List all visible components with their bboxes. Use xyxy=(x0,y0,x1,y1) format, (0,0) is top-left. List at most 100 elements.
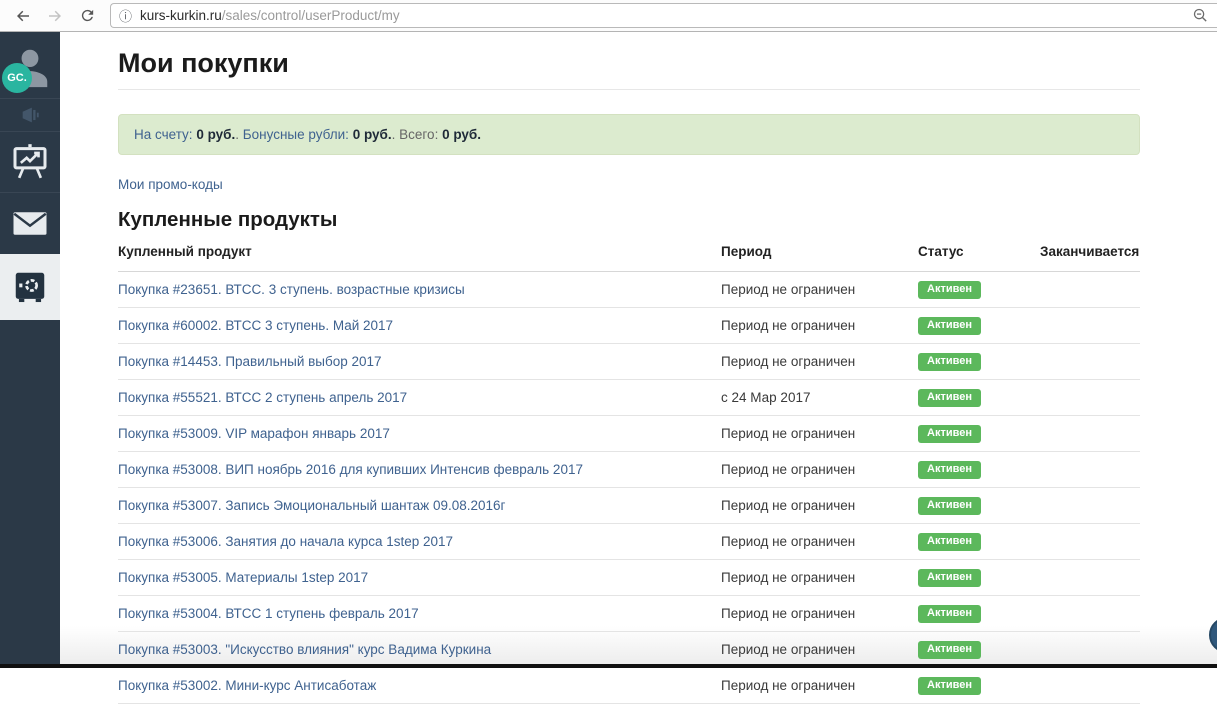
status-badge: Активен xyxy=(918,497,981,515)
table-row: Покупка #14453. Правильный выбор 2017 Пе… xyxy=(118,344,1140,380)
ends-cell xyxy=(1040,596,1140,632)
ends-cell xyxy=(1040,416,1140,452)
url-path: /sales/control/userProduct/my xyxy=(222,8,400,23)
bottom-edge-strip xyxy=(0,664,1217,668)
bonus-rubles-link[interactable]: Бонусные рубли: xyxy=(243,127,349,142)
address-bar[interactable]: ⓘ kurs-kurkin.ru/sales/control/userProdu… xyxy=(110,3,1217,28)
presentation-chart-icon xyxy=(10,142,50,182)
status-badge: Активен xyxy=(918,533,981,551)
product-link[interactable]: Покупка #53009. VIP марафон январь 2017 xyxy=(118,426,390,441)
reload-icon[interactable] xyxy=(74,3,100,29)
header-product: Купленный продукт xyxy=(118,236,721,272)
total-value: 0 руб. xyxy=(442,127,481,142)
product-link[interactable]: Покупка #53004. ВТСС 1 ступень февраль 2… xyxy=(118,606,419,621)
back-icon[interactable] xyxy=(10,3,36,29)
table-row: Покупка #53005. Материалы 1step 2017 Пер… xyxy=(118,560,1140,596)
header-status: Статус xyxy=(918,236,1040,272)
sidebar-item-profile[interactable]: GC. xyxy=(0,33,60,98)
status-badge: Активен xyxy=(918,353,981,371)
ends-cell xyxy=(1040,560,1140,596)
url-text: kurs-kurkin.ru/sales/control/userProduct… xyxy=(140,8,400,23)
table-row: Покупка #55521. ВТСС 2 ступень апрель 20… xyxy=(118,380,1140,416)
bonus-rubles-value: 0 руб. xyxy=(353,127,392,142)
product-link[interactable]: Покупка #55521. ВТСС 2 ступень апрель 20… xyxy=(118,390,407,405)
period-cell: Период не ограничен xyxy=(721,488,918,524)
page-info-icon[interactable]: ⓘ xyxy=(119,6,132,25)
table-row: Покупка #53007. Запись Эмоциональный шан… xyxy=(118,488,1140,524)
mail-icon xyxy=(12,210,48,237)
avatar-initials-badge: GC. xyxy=(2,63,32,93)
status-badge: Активен xyxy=(918,641,981,659)
status-badge: Активен xyxy=(918,569,981,587)
table-header-row: Купленный продукт Период Статус Заканчив… xyxy=(118,236,1140,272)
banner-separator: . xyxy=(392,127,396,142)
status-badge: Активен xyxy=(918,677,981,695)
ends-cell xyxy=(1040,308,1140,344)
banner-separator: . xyxy=(235,127,239,142)
ends-cell xyxy=(1040,488,1140,524)
ends-cell xyxy=(1040,380,1140,416)
table-row: Покупка #53002. Мини-курс Антисаботаж Пе… xyxy=(118,668,1140,704)
purchases-table: Купленный продукт Период Статус Заканчив… xyxy=(118,236,1140,704)
period-cell: с 24 Мар 2017 xyxy=(721,380,918,416)
section-title: Купленные продукты xyxy=(118,208,1140,232)
period-cell: Период не ограничен xyxy=(721,344,918,380)
period-cell: Период не ограничен xyxy=(721,596,918,632)
table-row: Покупка #53004. ВТСС 1 ступень февраль 2… xyxy=(118,596,1140,632)
ends-cell xyxy=(1040,452,1140,488)
account-balance-value: 0 руб. xyxy=(196,127,235,142)
product-link[interactable]: Покупка #14453. Правильный выбор 2017 xyxy=(118,354,382,369)
forward-icon[interactable] xyxy=(42,3,68,29)
period-cell: Период не ограничен xyxy=(721,524,918,560)
sidebar-item-mail[interactable] xyxy=(0,192,60,254)
ends-cell xyxy=(1040,344,1140,380)
header-period: Период xyxy=(721,236,918,272)
app-window: GC. xyxy=(0,32,1217,664)
period-cell: Период не ограничен xyxy=(721,272,918,308)
main-content: Мои покупки На счету: 0 руб.. Бонусные р… xyxy=(60,32,1217,664)
period-cell: Период не ограничен xyxy=(721,452,918,488)
table-row: Покупка #23651. ВТСС. 3 ступень. возраст… xyxy=(118,272,1140,308)
sidebar: GC. xyxy=(0,32,60,664)
status-badge: Активен xyxy=(918,317,981,335)
table-body: Покупка #23651. ВТСС. 3 ступень. возраст… xyxy=(118,272,1140,704)
promo-codes-link[interactable]: Мои промо-коды xyxy=(118,177,223,192)
product-link[interactable]: Покупка #53005. Материалы 1step 2017 xyxy=(118,570,368,585)
period-cell: Период не ограничен xyxy=(721,632,918,668)
title-divider xyxy=(118,89,1140,90)
product-link[interactable]: Покупка #53008. ВИП ноябрь 2016 для купи… xyxy=(118,462,583,477)
table-row: Покупка #60002. ВТСС 3 ступень. Май 2017… xyxy=(118,308,1140,344)
megaphone-icon xyxy=(18,104,42,126)
product-link[interactable]: Покупка #53007. Запись Эмоциональный шан… xyxy=(118,498,505,513)
product-link[interactable]: Покупка #53002. Мини-курс Антисаботаж xyxy=(118,678,376,693)
product-link[interactable]: Покупка #23651. ВТСС. 3 ступень. возраст… xyxy=(118,282,465,297)
balance-banner: На счету: 0 руб.. Бонусные рубли: 0 руб.… xyxy=(118,114,1140,155)
total-label: Всего: xyxy=(399,127,438,142)
period-cell: Период не ограничен xyxy=(721,308,918,344)
header-ends: Заканчивается xyxy=(1040,236,1140,272)
sidebar-item-purchases[interactable] xyxy=(0,254,60,320)
status-badge: Активен xyxy=(918,425,981,443)
ends-cell xyxy=(1040,272,1140,308)
status-badge: Активен xyxy=(918,389,981,407)
product-link[interactable]: Покупка #60002. ВТСС 3 ступень. Май 2017 xyxy=(118,318,393,333)
browser-toolbar: ⓘ kurs-kurkin.ru/sales/control/userProdu… xyxy=(0,0,1217,32)
ends-cell xyxy=(1040,668,1140,704)
period-cell: Период не ограничен xyxy=(721,668,918,704)
product-link[interactable]: Покупка #53003. "Искусство влияния" курс… xyxy=(118,642,491,657)
table-row: Покупка #53008. ВИП ноябрь 2016 для купи… xyxy=(118,452,1140,488)
page-title: Мои покупки xyxy=(118,48,1140,79)
table-row: Покупка #53003. "Искусство влияния" курс… xyxy=(118,632,1140,668)
account-balance-link[interactable]: На счету: xyxy=(134,127,193,142)
sidebar-item-statistics[interactable] xyxy=(0,131,60,192)
table-row: Покупка #53006. Занятия до начала курса … xyxy=(118,524,1140,560)
status-badge: Активен xyxy=(918,461,981,479)
safe-icon xyxy=(11,268,49,306)
zoom-out-icon[interactable] xyxy=(1192,7,1209,24)
url-host: kurs-kurkin.ru xyxy=(140,8,222,23)
table-row: Покупка #53009. VIP марафон январь 2017 … xyxy=(118,416,1140,452)
ends-cell xyxy=(1040,632,1140,668)
ends-cell xyxy=(1040,524,1140,560)
sidebar-item-announcements[interactable] xyxy=(0,98,60,131)
product-link[interactable]: Покупка #53006. Занятия до начала курса … xyxy=(118,534,453,549)
